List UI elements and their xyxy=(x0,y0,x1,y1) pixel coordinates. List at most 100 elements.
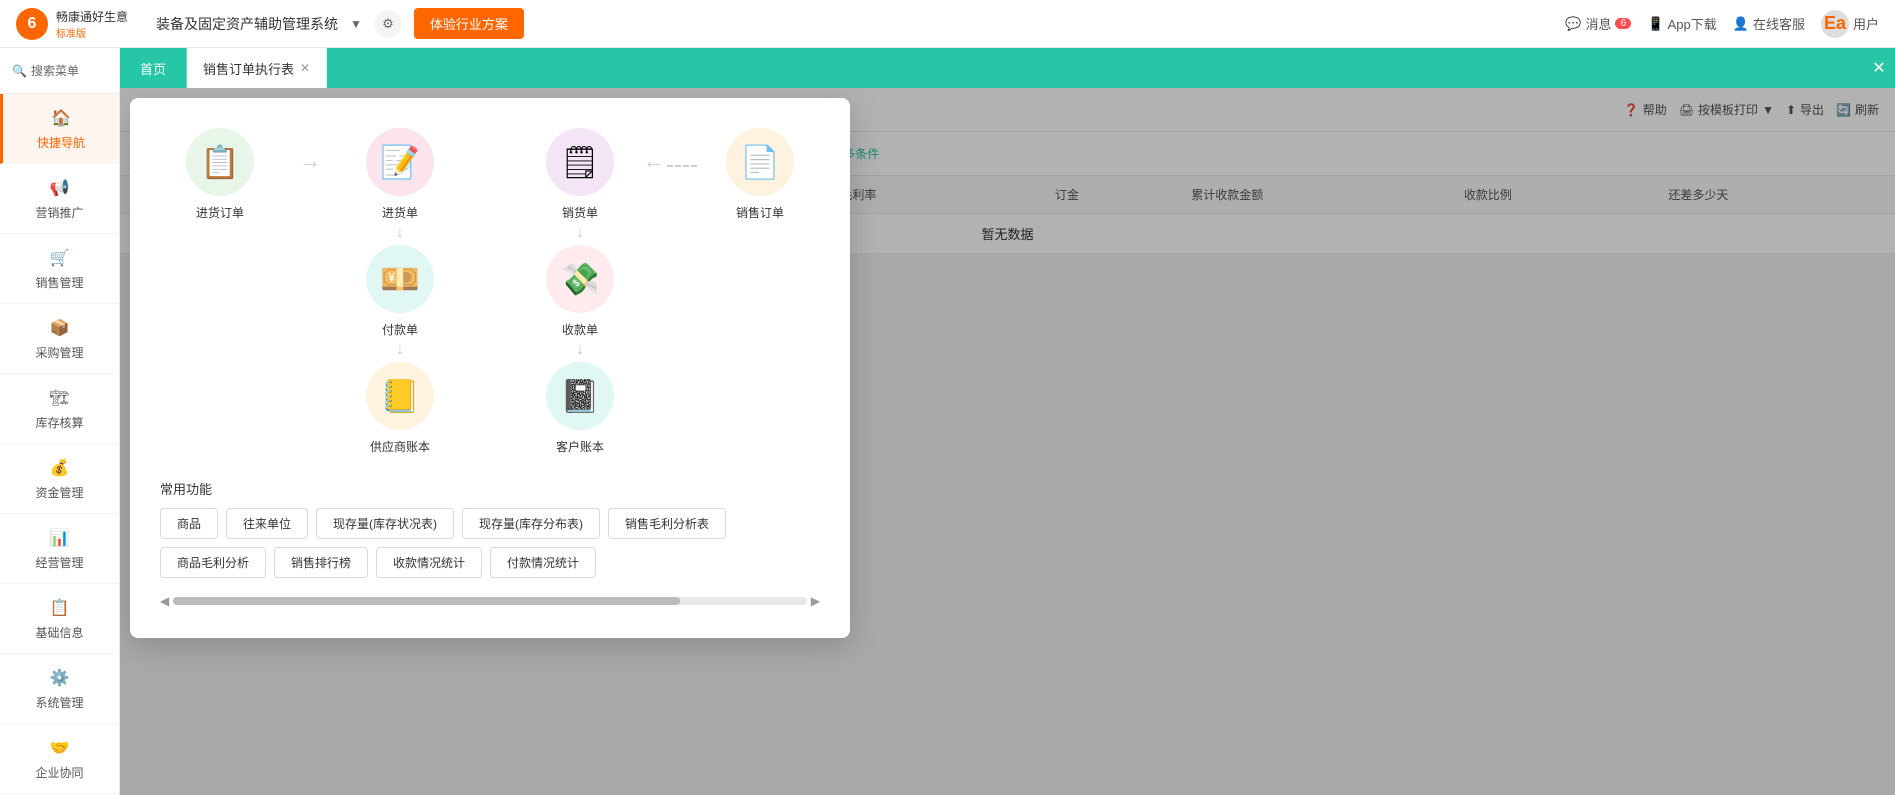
flow-node-payment-out[interactable]: 💴 付款单 xyxy=(340,245,460,338)
system-dropdown-btn[interactable]: ▼ xyxy=(350,17,362,31)
scroll-thumb xyxy=(173,597,680,605)
logo-icon: 6 xyxy=(16,8,48,40)
operation-icon: 📊 xyxy=(48,526,72,550)
sidebar-item-corp[interactable]: 🤝 企业协同 xyxy=(0,724,119,794)
arrow-sale-order-to-bill: ← xyxy=(640,148,700,202)
sidebar-item-marketing[interactable]: 📢 营销推广 xyxy=(0,164,119,234)
marketing-icon: 📢 xyxy=(48,176,72,200)
main-layout: 🔍 搜索菜单 🏠 快捷导航 📢 营销推广 🛒 销售管理 📦 采购管理 🏗 库存核… xyxy=(0,48,1895,795)
arrow-purchase-order-to-bill: → xyxy=(280,148,340,202)
tab-bar: 首页 销售订单执行表 ✕ ✕ xyxy=(120,48,1895,88)
sidebar-item-purchase[interactable]: 📦 采购管理 xyxy=(0,304,119,374)
modal-scrollbar: ◀ ▶ xyxy=(160,594,820,608)
sales-icon: 🛒 xyxy=(48,246,72,270)
user-label: 用户 xyxy=(1853,14,1879,33)
sidebar-item-sales[interactable]: 🛒 销售管理 xyxy=(0,234,119,304)
common-btn-contacts[interactable]: 往来单位 xyxy=(226,508,308,539)
logo-text: 畅康通好生意 标准版 xyxy=(56,8,128,40)
common-btn-gross-analysis[interactable]: 销售毛利分析表 xyxy=(608,508,726,539)
tab-label: 销售订单执行表 xyxy=(203,59,294,78)
page-content: ❓ 帮助 🖨 按模板打印 ▼ ⬆ 导出 🔄 刷新 xyxy=(120,88,1895,795)
flow-row-arrows: ↓ ↓ xyxy=(160,221,820,245)
scroll-track[interactable] xyxy=(173,597,807,605)
service-label: 在线客服 xyxy=(1753,14,1805,33)
flow-row-arrows2: ↓ ↓ xyxy=(160,338,820,362)
scroll-left-btn[interactable]: ◀ xyxy=(160,594,169,608)
sale-order-label: 销售订单 xyxy=(736,204,784,221)
sidebar-item-label: 采购管理 xyxy=(35,344,83,361)
common-btn-goods-gross[interactable]: 商品毛利分析 xyxy=(160,547,266,578)
sidebar-item-basic[interactable]: 📋 基础信息 xyxy=(0,584,119,654)
sidebar: 🔍 搜索菜单 🏠 快捷导航 📢 营销推广 🛒 销售管理 📦 采购管理 🏗 库存核… xyxy=(0,48,120,795)
sidebar-item-operation[interactable]: 📊 经营管理 xyxy=(0,514,119,584)
supplier-ledger-label: 供应商账本 xyxy=(370,438,430,455)
down-arrow-icon: ↓ xyxy=(366,221,434,245)
tab-close-btn[interactable]: ✕ xyxy=(300,61,310,75)
content-area: 首页 销售订单执行表 ✕ ✕ ❓ 帮助 🖨 按模板打印 ▼ xyxy=(120,48,1895,795)
message-label: 消息 xyxy=(1585,14,1611,33)
sidebar-item-label: 系统管理 xyxy=(35,694,83,711)
flow-row-1: 📋 进货订单 → 📝 xyxy=(160,128,820,221)
common-btns: 商品 往来单位 现存量(库存状况表) 现存量(库存分布表) 销售毛利分析表 商品… xyxy=(160,508,820,578)
flow-node-purchase-bill[interactable]: 📝 进货单 xyxy=(340,128,460,221)
flow-node-supplier-ledger[interactable]: 📒 供应商账本 xyxy=(340,362,460,455)
logo-area: 6 畅康通好生意 标准版 xyxy=(16,8,136,40)
corp-icon: 🤝 xyxy=(48,736,72,760)
header-middle: 装备及固定资产辅助管理系统 ▼ ⚙ 体验行业方案 xyxy=(156,8,1545,39)
sale-bill-icon: 🗒 xyxy=(546,128,614,196)
sidebar-item-label: 销售管理 xyxy=(35,274,83,291)
service-icon: 👤 xyxy=(1733,16,1749,32)
flow-diagram: 📋 进货订单 → 📝 xyxy=(160,128,820,455)
tab-sales-order[interactable]: 销售订单执行表 ✕ xyxy=(187,48,327,88)
settings-icon[interactable]: ⚙ xyxy=(374,10,402,38)
tab-home[interactable]: 首页 xyxy=(120,48,187,88)
purchase-order-icon: 📋 xyxy=(186,128,254,196)
sale-bill-label: 销货单 xyxy=(562,204,598,221)
payment-in-label: 收款单 xyxy=(562,321,598,338)
customer-ledger-label: 客户账本 xyxy=(556,438,604,455)
app-label: App下载 xyxy=(1668,14,1717,33)
tab-close-all-btn[interactable]: ✕ xyxy=(1863,48,1895,88)
flow-node-purchase-order[interactable]: 📋 进货订单 xyxy=(160,128,280,221)
common-btn-goods[interactable]: 商品 xyxy=(160,508,218,539)
flow-node-payment-in[interactable]: 💸 收款单 xyxy=(520,245,640,338)
sidebar-item-label: 经营管理 xyxy=(35,554,83,571)
down-arrow-payment-out: ↓ xyxy=(340,338,460,362)
purchase-bill-icon: 📝 xyxy=(366,128,434,196)
flow-node-sale-bill[interactable]: 🗒 销货单 xyxy=(520,128,640,221)
message-btn[interactable]: 💬 消息 6 xyxy=(1565,14,1631,33)
common-btn-ranking[interactable]: 销售排行榜 xyxy=(274,547,368,578)
flow-node-customer-ledger[interactable]: 📓 客户账本 xyxy=(520,362,640,455)
down-arrow-icon3: ↓ xyxy=(366,338,434,362)
sidebar-item-finance[interactable]: 💰 资金管理 xyxy=(0,444,119,514)
modal-box: 📋 进货订单 → 📝 xyxy=(130,98,850,638)
search-icon: 🔍 xyxy=(12,64,27,78)
common-btn-stock-status[interactable]: 现存量(库存状况表) xyxy=(316,508,454,539)
flow-node-sale-order[interactable]: 📄 销售订单 xyxy=(700,128,820,221)
scroll-right-btn[interactable]: ▶ xyxy=(811,594,820,608)
home-icon: 🏠 xyxy=(49,106,73,130)
supplier-ledger-icon: 📒 xyxy=(366,362,434,430)
inventory-icon: 🏗 xyxy=(48,386,72,410)
sidebar-search-btn[interactable]: 🔍 搜索菜单 xyxy=(8,58,111,83)
purchase-icon: 📦 xyxy=(48,316,72,340)
trial-btn[interactable]: 体验行业方案 xyxy=(414,8,524,39)
sidebar-item-quick[interactable]: 🏠 快捷导航 xyxy=(0,94,119,164)
sidebar-item-inventory[interactable]: 🏗 库存核算 xyxy=(0,374,119,444)
common-btn-payment-stats[interactable]: 付款情况统计 xyxy=(490,547,596,578)
service-btn[interactable]: 👤 在线客服 xyxy=(1733,14,1805,33)
user-menu[interactable]: Ea 用户 xyxy=(1821,10,1879,38)
common-btn-receipt-stats[interactable]: 收款情况统计 xyxy=(376,547,482,578)
sidebar-search-area: 🔍 搜索菜单 xyxy=(0,48,119,94)
flow-row-3: 📒 供应商账本 📓 客户账本 xyxy=(160,362,820,455)
payment-out-label: 付款单 xyxy=(382,321,418,338)
sidebar-item-label: 快捷导航 xyxy=(37,134,85,151)
sidebar-item-label: 库存核算 xyxy=(35,414,83,431)
sidebar-item-system[interactable]: ⚙️ 系统管理 xyxy=(0,654,119,724)
purchase-order-label: 进货订单 xyxy=(196,204,244,221)
common-btn-stock-dist[interactable]: 现存量(库存分布表) xyxy=(462,508,600,539)
sidebar-item-label: 营销推广 xyxy=(35,204,83,221)
app-download-btn[interactable]: 📱 App下载 xyxy=(1647,14,1716,33)
sidebar-item-label: 企业协同 xyxy=(35,764,83,781)
down-arrow-icon4: ↓ xyxy=(546,338,614,362)
